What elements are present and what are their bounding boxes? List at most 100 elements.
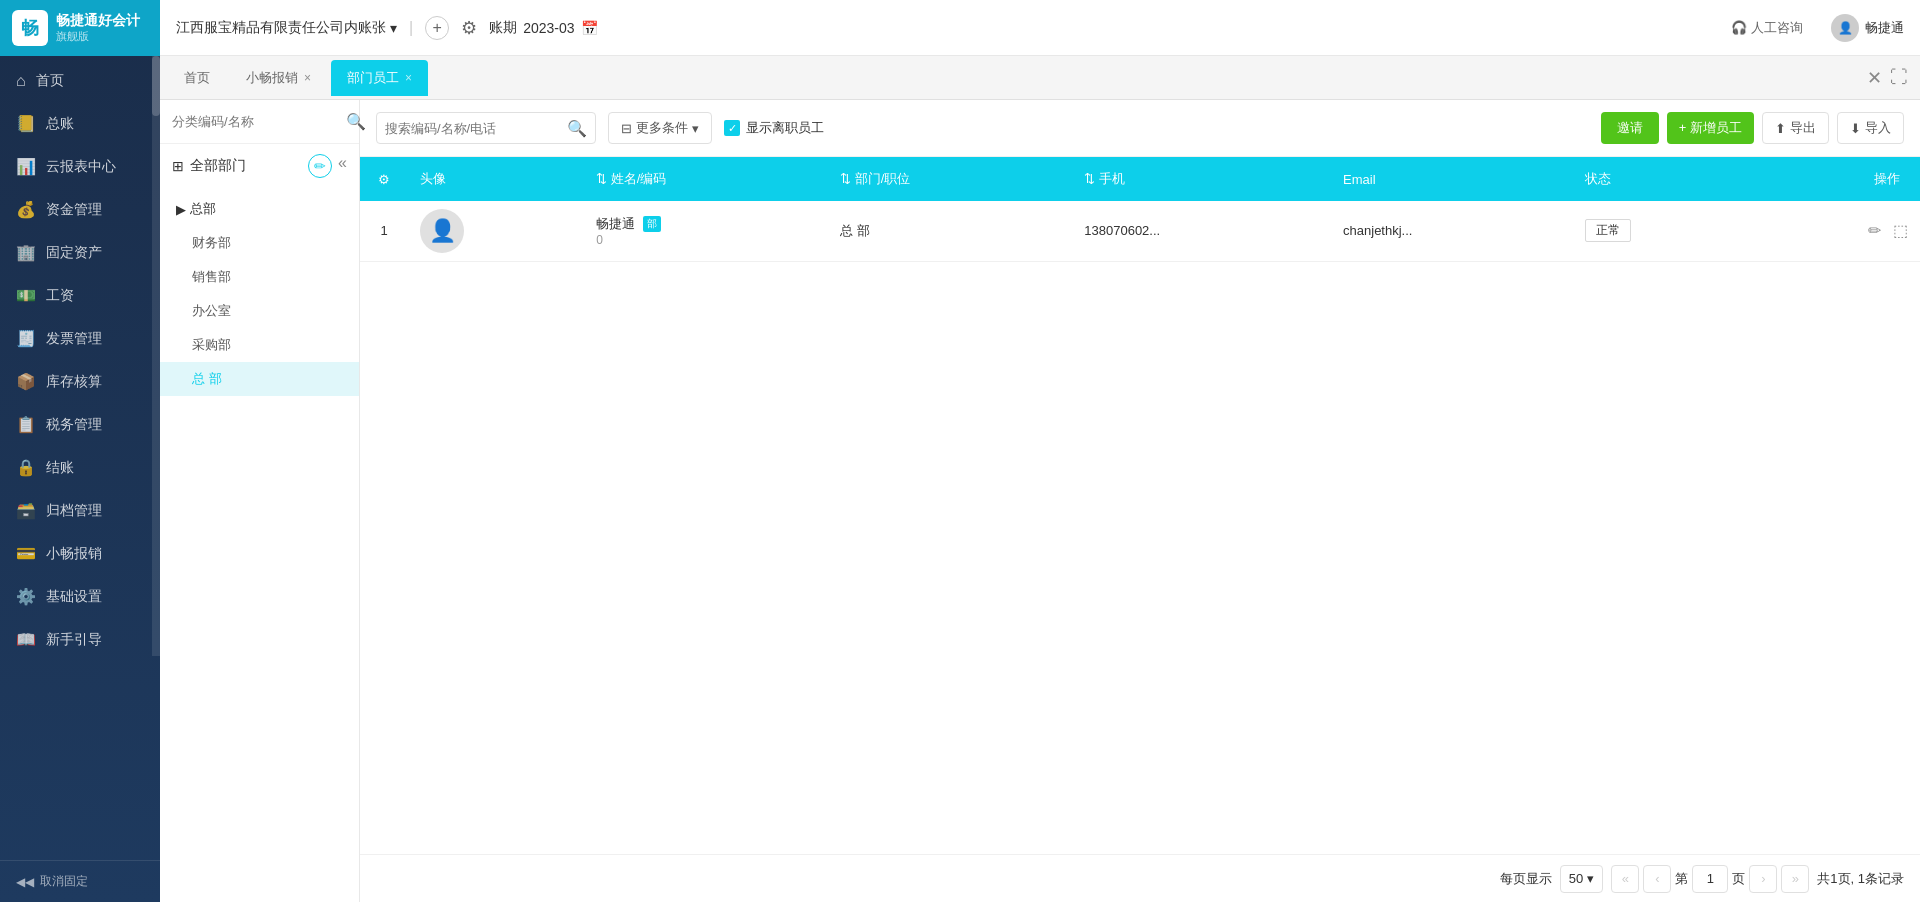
sidebar-item-reports[interactable]: 📊 云报表中心	[0, 145, 160, 188]
edit-button[interactable]: ✏	[1868, 221, 1881, 240]
cell-status: 正常	[1573, 201, 1754, 261]
headset-icon: 🎧	[1731, 20, 1747, 35]
cell-index: 1	[360, 201, 408, 261]
sidebar-nav: ⌂ 首页 📒 总账 📊 云报表中心 💰 资金管理 🏢 固定资产 💵 工资 🧾 发…	[0, 56, 160, 860]
expand-tab-button[interactable]: ⛶	[1890, 67, 1908, 88]
inventory-icon: 📦	[16, 372, 36, 391]
dept-item-finance[interactable]: 财务部	[160, 226, 359, 260]
tab-expense-close[interactable]: ×	[304, 71, 311, 85]
sidebar-item-label: 首页	[36, 72, 64, 90]
user-menu[interactable]: 👤 畅捷通	[1831, 14, 1904, 42]
status-badge: 正常	[1585, 219, 1631, 242]
sidebar-item-label: 工资	[46, 287, 74, 305]
col-phone[interactable]: ⇅ 手机	[1072, 157, 1331, 201]
page-label: 第	[1675, 870, 1688, 888]
export-button[interactable]: ⬆ 导出	[1762, 112, 1829, 144]
show-resigned-checkbox[interactable]: ✓	[724, 120, 740, 136]
col-name[interactable]: ⇅ 姓名/编码	[584, 157, 828, 201]
show-resigned-toggle[interactable]: ✓ 显示离职员工	[724, 119, 824, 137]
main-content: 江西服宝精品有限责任公司内账张 ▾ | + ⚙ 账期 2023-03 📅 🎧 人…	[160, 0, 1920, 902]
dept-group-headquarters: ▶ 总部 财务部 销售部 办公室 采购部 总 部	[160, 192, 359, 396]
dept-panel: 🔍 ⊞ 全部部门 ✏ « ▶ 总部 财务部	[160, 100, 360, 902]
emp-panel: 🔍 ⊟ 更多条件 ▾ ✓ 显示离职员工 邀请 + 新增员工 ⬆ 导出	[360, 100, 1920, 902]
col-avatar: 头像	[408, 157, 584, 201]
tab-home[interactable]: 首页	[168, 60, 226, 96]
grid-icon: ⊞	[172, 158, 184, 174]
sidebar-item-label: 新手引导	[46, 631, 102, 649]
emp-tag: 部	[643, 216, 661, 232]
dept-tree: ▶ 总部 财务部 销售部 办公室 采购部 总 部	[160, 188, 359, 400]
dept-item-headquarters[interactable]: 总 部	[160, 362, 359, 396]
import-button[interactable]: ⬇ 导入	[1837, 112, 1904, 144]
dept-item-office[interactable]: 办公室	[160, 294, 359, 328]
add-employee-button[interactable]: + 新增员工	[1667, 112, 1754, 144]
cell-dept: 总 部	[828, 201, 1072, 261]
sidebar-item-label: 结账	[46, 459, 74, 477]
sidebar-unpin[interactable]: ◀◀ 取消固定	[0, 860, 160, 902]
first-page-button[interactable]: «	[1611, 865, 1639, 893]
page-input[interactable]	[1692, 865, 1728, 893]
tax-icon: 📋	[16, 415, 36, 434]
dept-item-procurement[interactable]: 采购部	[160, 328, 359, 362]
ledger-icon: 📒	[16, 114, 36, 133]
sidebar-item-archive[interactable]: 🗃️ 归档管理	[0, 489, 160, 532]
invite-button[interactable]: 邀请	[1601, 112, 1659, 144]
calendar-icon: 📅	[581, 20, 598, 36]
sidebar-item-capital[interactable]: 💰 资金管理	[0, 188, 160, 231]
archive-icon: 🗃️	[16, 501, 36, 520]
all-dept-selector[interactable]: ⊞ 全部部门	[172, 157, 246, 175]
table-row: 1 👤 畅捷通 部 0 总 部	[360, 201, 1920, 261]
dept-item-sales[interactable]: 销售部	[160, 260, 359, 294]
next-page-button[interactable]: ›	[1749, 865, 1777, 893]
sidebar-item-label: 库存核算	[46, 373, 102, 391]
sidebar-item-label: 发票管理	[46, 330, 102, 348]
period-label: 账期	[489, 19, 517, 37]
sidebar-item-invoice[interactable]: 🧾 发票管理	[0, 317, 160, 360]
tabs-bar: 首页 小畅报销 × 部门员工 × ✕ ⛶	[160, 56, 1920, 100]
employee-table: ⚙ 头像 ⇅ 姓名/编码 ⇅ 部门/职位 ⇅ 手机 Email	[360, 157, 1920, 262]
sidebar-item-inventory[interactable]: 📦 库存核算	[0, 360, 160, 403]
company-selector[interactable]: 江西服宝精品有限责任公司内账张 ▾	[176, 19, 397, 37]
pagination: 每页显示 50 ▾ « ‹ 第 页 › » 共1页, 1条记录	[360, 854, 1920, 902]
capital-icon: 💰	[16, 200, 36, 219]
sidebar-item-close-accounts[interactable]: 🔒 结账	[0, 446, 160, 489]
col-settings[interactable]: ⚙	[360, 157, 408, 201]
reports-icon: 📊	[16, 157, 36, 176]
filter-button[interactable]: ⊟ 更多条件 ▾	[608, 112, 712, 144]
sidebar-item-tax[interactable]: 📋 税务管理	[0, 403, 160, 446]
tab-expense[interactable]: 小畅报销 ×	[230, 60, 327, 96]
cell-email: chanjethkj...	[1331, 201, 1573, 261]
sidebar-item-assets[interactable]: 🏢 固定资产	[0, 231, 160, 274]
dept-search-input[interactable]	[172, 114, 340, 129]
sidebar-item-settings[interactable]: ⚙️ 基础设置	[0, 575, 160, 618]
prev-page-button[interactable]: ‹	[1643, 865, 1671, 893]
logout-button[interactable]: ⬚	[1893, 221, 1908, 240]
period-selector[interactable]: 账期 2023-03 📅	[489, 19, 597, 37]
sidebar-item-label: 总账	[46, 115, 74, 133]
sidebar-item-home[interactable]: ⌂ 首页	[0, 60, 160, 102]
tab-employees[interactable]: 部门员工 ×	[331, 60, 428, 96]
sidebar-item-ledger[interactable]: 📒 总账	[0, 102, 160, 145]
col-dept[interactable]: ⇅ 部门/职位	[828, 157, 1072, 201]
cell-avatar: 👤	[408, 201, 584, 261]
cell-action: ✏ ⬚	[1754, 201, 1920, 261]
export-icon: ⬆	[1775, 121, 1786, 136]
sidebar-logo: 畅 畅捷通好会计 旗舰版	[0, 0, 160, 56]
emp-search-input[interactable]	[385, 121, 561, 136]
collapse-dept-button[interactable]: «	[338, 154, 347, 178]
tab-employees-close[interactable]: ×	[405, 71, 412, 85]
add-dept-button[interactable]: ✏	[308, 154, 332, 178]
page-size-label: 每页显示	[1500, 870, 1552, 888]
page-size-select[interactable]: 50 ▾	[1560, 865, 1603, 893]
sidebar-item-salary[interactable]: 💵 工资	[0, 274, 160, 317]
close-tab-button[interactable]: ✕	[1867, 67, 1882, 89]
invoice-icon: 🧾	[16, 329, 36, 348]
sidebar-item-guide[interactable]: 📖 新手引导	[0, 618, 160, 661]
add-company-button[interactable]: +	[425, 16, 449, 40]
sidebar-item-expense[interactable]: 💳 小畅报销	[0, 532, 160, 575]
customer-service-button[interactable]: 🎧 人工咨询	[1731, 19, 1803, 37]
expense-icon: 💳	[16, 544, 36, 563]
last-page-button[interactable]: »	[1781, 865, 1809, 893]
dept-group-headquarters-toggle[interactable]: ▶ 总部	[160, 192, 359, 226]
topbar-settings-icon[interactable]: ⚙	[461, 17, 477, 39]
